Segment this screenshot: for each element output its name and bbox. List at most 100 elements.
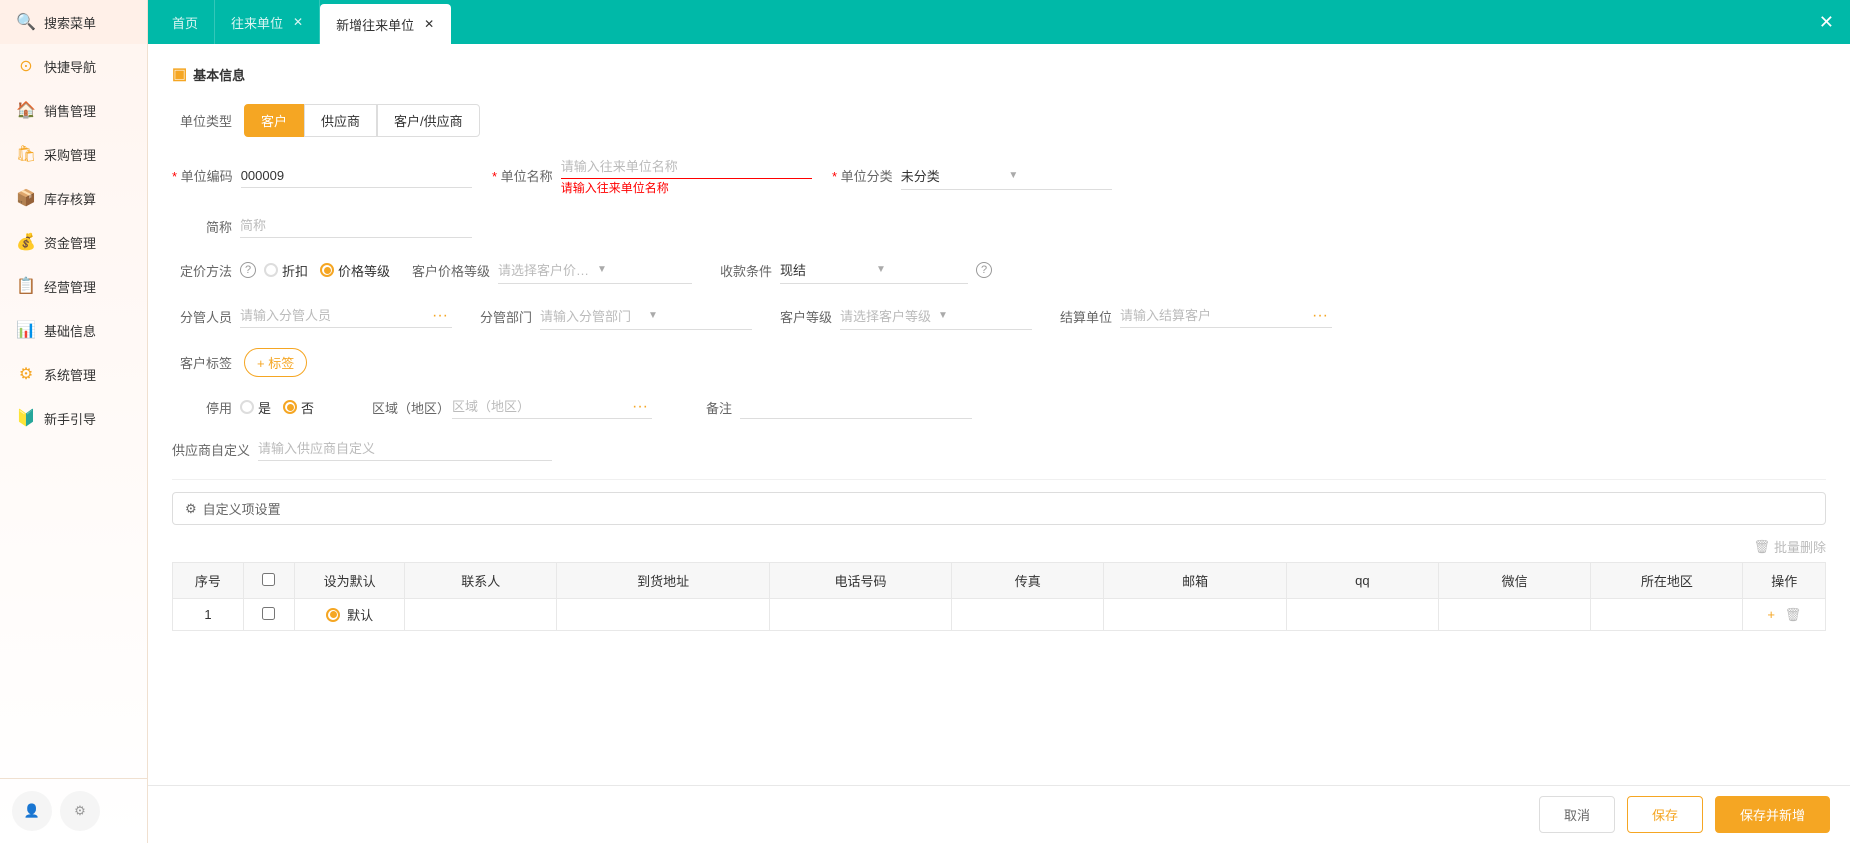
- department-select[interactable]: 请输入分管部门 ▼: [540, 302, 752, 330]
- unit-code-input[interactable]: [241, 164, 472, 188]
- home-icon: ⊙: [16, 56, 36, 76]
- qq-input[interactable]: [1322, 607, 1402, 622]
- payment-terms-select[interactable]: 现结 ▼: [780, 256, 968, 284]
- sidebar-item-system[interactable]: ⚙ 系统管理: [0, 352, 147, 396]
- sidebar-item-label: 采购管理: [44, 145, 96, 164]
- unit-name-label: 单位名称: [492, 166, 553, 185]
- radio-discount[interactable]: 折扣: [264, 261, 308, 280]
- batch-delete-btn[interactable]: 🗑 批量删除: [172, 537, 1826, 556]
- email-input[interactable]: [1145, 607, 1245, 622]
- unit-category-value: 未分类: [901, 166, 1005, 185]
- supplier-custom-input[interactable]: [258, 437, 552, 461]
- tag-add-btn[interactable]: + 标签: [244, 348, 307, 377]
- row-wechat[interactable]: [1439, 599, 1591, 631]
- manager-group: 分管人员 ···: [172, 304, 452, 328]
- unit-name-input[interactable]: [561, 155, 812, 179]
- row-checkbox-input[interactable]: [262, 607, 275, 620]
- remark-input[interactable]: [740, 395, 972, 419]
- save-new-button[interactable]: 保存并新增: [1715, 796, 1830, 833]
- row-add-btn[interactable]: +: [1767, 607, 1775, 622]
- sidebar-settings[interactable]: ⚙: [60, 791, 100, 831]
- row-checkbox[interactable]: [243, 599, 294, 631]
- tab-new-partner-close[interactable]: ✕: [424, 17, 434, 31]
- sidebar-item-sales[interactable]: 🏠 销售管理: [0, 88, 147, 132]
- chevron-down-icon: ▼: [1008, 170, 1112, 181]
- area-input[interactable]: [452, 395, 628, 418]
- manager-more-btn[interactable]: ···: [428, 307, 452, 325]
- sidebar-item-label: 系统管理: [44, 365, 96, 384]
- sidebar-item-inventory[interactable]: 📦 库存核算: [0, 176, 147, 220]
- row-qq[interactable]: [1286, 599, 1438, 631]
- row-actions[interactable]: + 🗑: [1743, 599, 1826, 631]
- sidebar-item-quick-nav[interactable]: ⊙ 快捷导航: [0, 44, 147, 88]
- customer-level-select[interactable]: 请选择客户等级 ▼: [840, 302, 1032, 330]
- radio-price-level[interactable]: 价格等级: [320, 261, 390, 280]
- unit-category-group: 单位分类 未分类 ▼: [832, 162, 1112, 190]
- save-button[interactable]: 保存: [1627, 796, 1703, 833]
- disabled-group: 停用 是 否: [172, 398, 352, 417]
- sidebar-item-search[interactable]: 🔍 搜索菜单: [0, 0, 147, 44]
- default-radio-label[interactable]: 默认: [305, 605, 394, 624]
- close-all-tabs[interactable]: ✕: [1811, 12, 1842, 33]
- btn-customer[interactable]: 客户: [244, 104, 304, 137]
- row-email[interactable]: [1104, 599, 1286, 631]
- payment-help-icon[interactable]: ?: [976, 262, 992, 278]
- tab-partners[interactable]: 往来单位 ✕: [215, 0, 320, 44]
- radio-price-level-circle: [320, 263, 334, 277]
- row-contact[interactable]: [405, 599, 557, 631]
- select-all-checkbox[interactable]: [262, 573, 275, 586]
- row-fax[interactable]: [952, 599, 1104, 631]
- area-group: 区域（地区） ···: [372, 395, 652, 419]
- sidebar-item-purchase[interactable]: 🛍 采购管理: [0, 132, 147, 176]
- radio-yes[interactable]: 是: [240, 398, 271, 417]
- row-address[interactable]: [557, 599, 770, 631]
- row-phone[interactable]: [769, 599, 951, 631]
- area-label: 区域（地区）: [372, 398, 444, 417]
- sidebar-item-finance[interactable]: 💰 资金管理: [0, 220, 147, 264]
- tab-partners-close[interactable]: ✕: [293, 15, 303, 29]
- th-checkbox[interactable]: [243, 563, 294, 599]
- btn-both[interactable]: 客户/供应商: [377, 104, 480, 137]
- tab-new-partner[interactable]: 新增往来单位 ✕: [320, 4, 451, 44]
- tab-home[interactable]: 首页: [156, 0, 215, 44]
- base-info-icon: 📊: [16, 320, 36, 340]
- customer-price-group: 客户价格等级 请选择客户价格等级 ▼: [412, 256, 692, 284]
- pricing-help-icon[interactable]: ?: [240, 262, 256, 278]
- sidebar-avatar[interactable]: 👤: [12, 791, 52, 831]
- remark-label: 备注: [672, 398, 732, 417]
- settlement-label: 结算单位: [1052, 307, 1112, 326]
- sidebar-item-guide[interactable]: 🔰 新手引导: [0, 396, 147, 440]
- radio-no[interactable]: 否: [283, 398, 314, 417]
- unit-category-select[interactable]: 未分类 ▼: [901, 162, 1112, 190]
- contact-input[interactable]: [441, 607, 521, 622]
- divider: [172, 479, 1826, 480]
- address-input[interactable]: [603, 607, 723, 622]
- wechat-input[interactable]: [1475, 607, 1555, 622]
- row-default[interactable]: 默认: [295, 599, 405, 631]
- short-name-group: 简称: [172, 214, 472, 238]
- row-delete-btn[interactable]: 🗑: [1785, 607, 1802, 622]
- cancel-button[interactable]: 取消: [1539, 796, 1615, 833]
- sidebar-item-base-info[interactable]: 📊 基础信息: [0, 308, 147, 352]
- disabled-area-row: 停用 是 否 区域（地区） ···: [172, 395, 1826, 419]
- unit-code-label: 单位编码: [172, 166, 233, 185]
- custom-settings-btn[interactable]: ⚙ 自定义项设置: [172, 492, 1826, 525]
- manager-row: 分管人员 ··· 分管部门 请输入分管部门 ▼ 客户等级 请选择客户等级 ▼: [172, 302, 1826, 330]
- phone-input[interactable]: [811, 607, 911, 622]
- fax-input[interactable]: [988, 607, 1068, 622]
- settlement-input[interactable]: [1120, 304, 1308, 327]
- btn-supplier[interactable]: 供应商: [304, 104, 377, 137]
- area-more-btn[interactable]: ···: [628, 398, 652, 416]
- sidebar-item-operations[interactable]: 📋 经营管理: [0, 264, 147, 308]
- short-name-label: 简称: [172, 217, 232, 236]
- radio-yes-circle: [240, 400, 254, 414]
- tab-new-partner-label: 新增往来单位: [336, 15, 414, 34]
- settlement-more-btn[interactable]: ···: [1308, 307, 1332, 325]
- customer-price-select[interactable]: 请选择客户价格等级 ▼: [498, 256, 692, 284]
- manager-input[interactable]: [240, 304, 428, 327]
- region-input[interactable]: [1627, 607, 1707, 622]
- gear-icon: ⚙: [185, 501, 197, 517]
- row-region[interactable]: [1591, 599, 1743, 631]
- short-name-input[interactable]: [240, 214, 472, 238]
- sidebar-item-label: 搜索菜单: [44, 13, 96, 32]
